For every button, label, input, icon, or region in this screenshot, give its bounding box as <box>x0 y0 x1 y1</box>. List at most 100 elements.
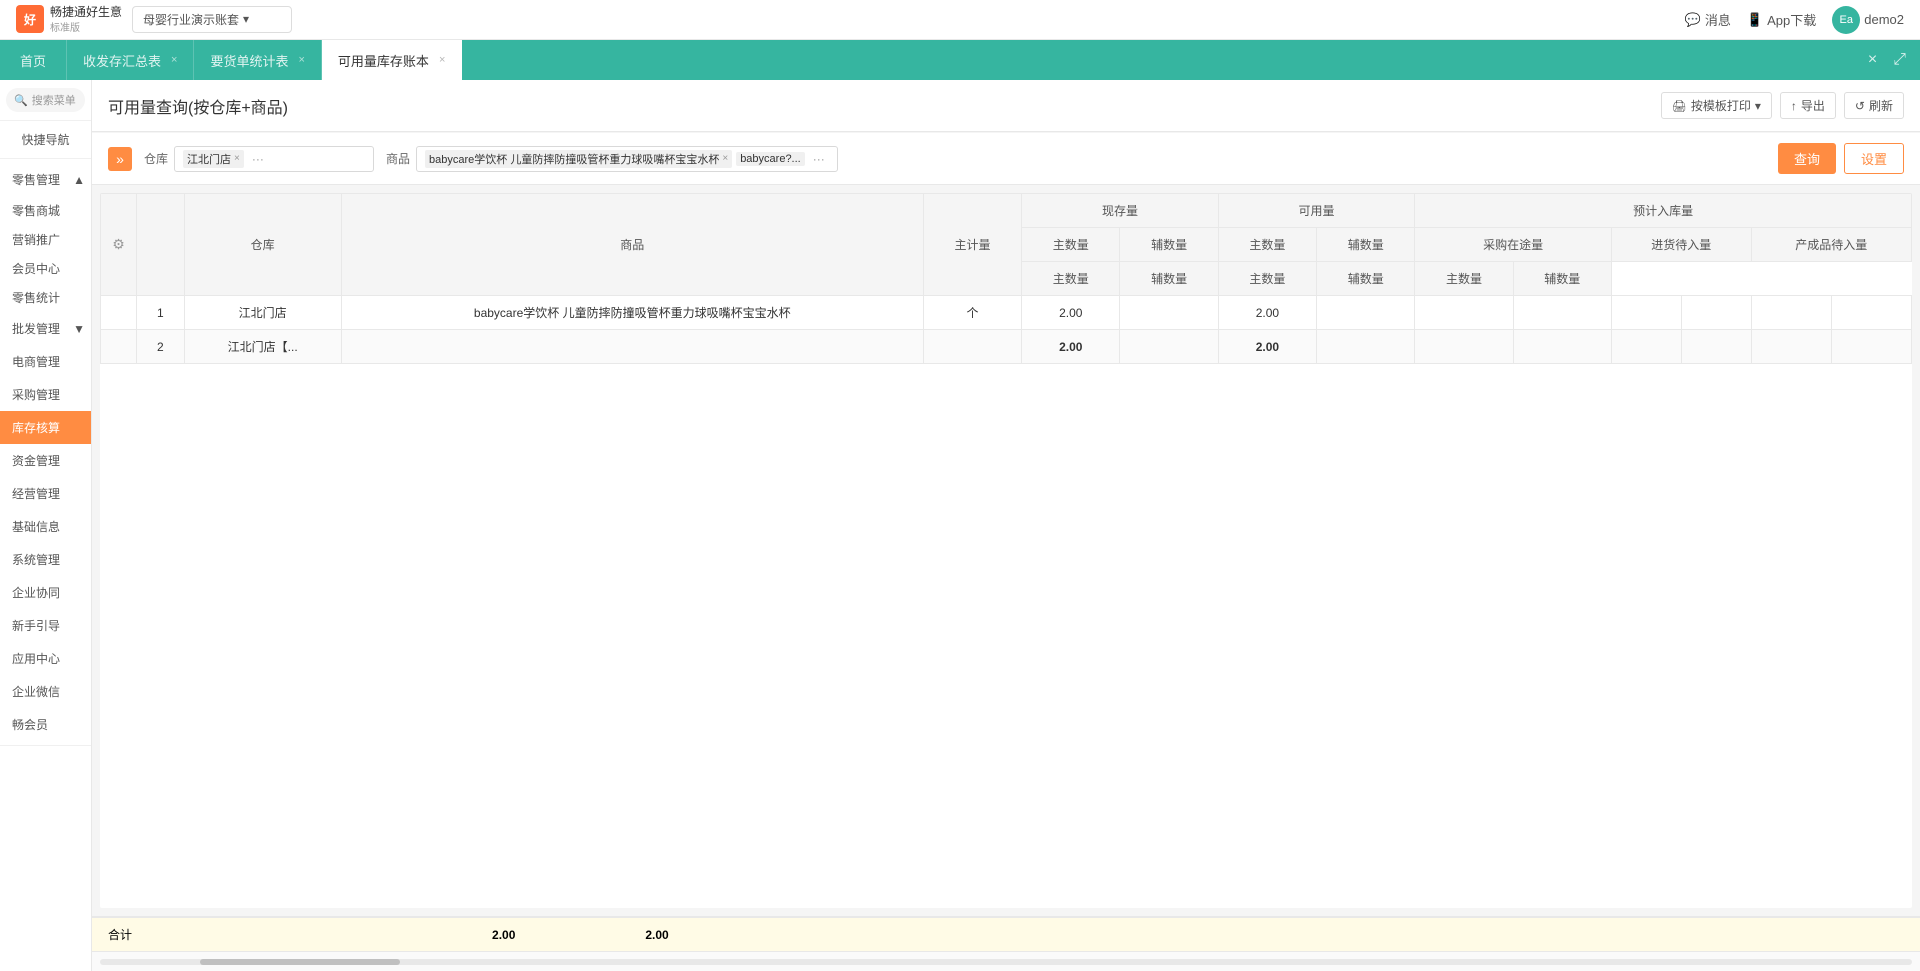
sidebar-item-system[interactable]: 系统管理 <box>0 543 91 576</box>
refresh-btn[interactable]: ↺ 刷新 <box>1844 92 1904 119</box>
sidebar-item-retail-mall[interactable]: 零售商城 <box>0 196 91 225</box>
col-finished-main: 主数量 <box>1415 262 1513 296</box>
sidebar-item-inventory-label: 库存核算 <box>12 419 60 436</box>
tab-available-inventory-close[interactable]: × <box>439 54 445 66</box>
print-template-label: 按模板打印 <box>1691 97 1751 114</box>
sidebar-item-quick-nav[interactable]: 快捷导航 <box>0 125 91 154</box>
sidebar-item-appcenter[interactable]: 应用中心 <box>0 642 91 675</box>
search-icon: 🔍 <box>14 94 28 107</box>
product-input[interactable]: babycare学饮杯 儿童防摔防撞吸管杯重力球吸嘴杯宝宝水杯 × babyca… <box>416 146 838 172</box>
sidebar-item-business[interactable]: 经营管理 <box>0 477 91 510</box>
col-warehouse: 仓库 <box>184 194 341 296</box>
table-row: 1 江北门店 babycare学饮杯 儿童防摔防撞吸管杯重力球吸嘴杯宝宝水杯 个… <box>101 296 1912 330</box>
cell-purchase-aux-2 <box>1513 330 1611 364</box>
tab-order-stats[interactable]: 要货单统计表 × <box>194 40 321 80</box>
app-download-label: App下载 <box>1767 10 1816 29</box>
sidebar-item-basic-label: 基础信息 <box>12 518 60 535</box>
sidebar-item-vip[interactable]: 畅会员 <box>0 708 91 741</box>
app-download-btn[interactable]: 📱 App下载 <box>1747 10 1816 29</box>
logo-subtext: 标准版 <box>50 19 122 34</box>
export-label: 导出 <box>1801 97 1825 114</box>
footer-stock-main: 2.00 <box>492 928 515 942</box>
sidebar-item-marketing-label: 营销推广 <box>12 233 60 247</box>
sidebar-item-newguide[interactable]: 新手引导 <box>0 609 91 642</box>
sidebar-item-wechat[interactable]: 企业微信 <box>0 675 91 708</box>
tab-receive-summary[interactable]: 收发存汇总表 × <box>67 40 194 80</box>
tab-receive-summary-close[interactable]: × <box>171 54 177 66</box>
sidebar-item-marketing[interactable]: 营销推广 <box>0 225 91 254</box>
content-area: 可用量查询(按仓库+商品) 🖨 按模板打印 ▾ ↑ 导出 ↺ 刷新 » <box>92 80 1920 971</box>
cell-purchase-aux-1 <box>1513 296 1611 330</box>
tab-available-inventory-label: 可用量库存账本 <box>338 51 429 70</box>
sidebar-item-retail-mgmt[interactable]: 零售管理 ▲ <box>0 163 91 196</box>
industry-selector[interactable]: 母婴行业演示账套 ▾ <box>132 6 292 33</box>
settings-btn[interactable]: 设置 <box>1844 143 1904 174</box>
sidebar-item-basic[interactable]: 基础信息 <box>0 510 91 543</box>
tab-home[interactable]: 首页 <box>0 40 67 80</box>
warehouse-input[interactable]: 江北门店 × ··· <box>174 146 374 172</box>
tab-home-label: 首页 <box>20 51 46 70</box>
cell-warehouse-2: 江北门店【... <box>184 330 341 364</box>
chevron-down-icon: ▾ <box>243 12 249 26</box>
sidebar-item-wholesale[interactable]: 批发管理 ▼ <box>0 312 91 345</box>
sidebar-item-enterprise[interactable]: 企业协同 <box>0 576 91 609</box>
cell-finished-main-1 <box>1751 296 1831 330</box>
sidebar: 🔍 搜索菜单 快捷导航 零售管理 ▲ 零售商城 营销推广 会员中心 零售统计 <box>0 80 92 971</box>
sidebar-item-retail-stats-label: 零售统计 <box>12 291 60 305</box>
product-tag-2-text: babycare?... <box>740 153 801 165</box>
cell-settings-2 <box>101 330 137 364</box>
tab-expand-btn[interactable]: ⤢ <box>1887 47 1912 73</box>
gear-icon[interactable]: ⚙ <box>112 236 125 252</box>
warehouse-more-btn[interactable]: ··· <box>248 152 268 166</box>
cell-stock-main-2: 2.00 <box>1022 330 1120 364</box>
sidebar-item-retail-mall-label: 零售商城 <box>12 204 60 218</box>
cell-num-1: 1 <box>137 296 185 330</box>
product-more-btn[interactable]: ··· <box>809 152 829 166</box>
table-footer: 合计 2.00 2.00 <box>92 916 1920 951</box>
col-product: 商品 <box>341 194 923 296</box>
sidebar-item-appcenter-label: 应用中心 <box>12 650 60 667</box>
sidebar-search-box[interactable]: 🔍 搜索菜单 <box>6 88 85 112</box>
cell-purchase-main-1 <box>1415 296 1513 330</box>
export-btn[interactable]: ↑ 导出 <box>1780 92 1836 119</box>
col-available: 可用量 <box>1218 194 1415 228</box>
col-finished-goods: 产成品待入量 <box>1751 228 1911 262</box>
warehouse-tag-close[interactable]: × <box>234 153 240 164</box>
col-current-stock: 现存量 <box>1022 194 1219 228</box>
avatar: Ea <box>1832 6 1860 34</box>
scrollbar-thumb[interactable] <box>200 959 400 965</box>
scrollbar-track[interactable] <box>100 959 1912 965</box>
query-btn[interactable]: 查询 <box>1778 143 1836 174</box>
message-btn[interactable]: 💬 消息 <box>1685 10 1731 29</box>
sidebar-item-retail-mgmt-label: 零售管理 <box>12 171 60 188</box>
sidebar-item-ecommerce[interactable]: 电商管理 <box>0 345 91 378</box>
sidebar-item-member[interactable]: 会员中心 <box>0 254 91 283</box>
print-template-btn[interactable]: 🖨 按模板打印 ▾ <box>1661 92 1772 119</box>
col-num <box>137 194 185 296</box>
topbar-right: 💬 消息 📱 App下载 Ea demo2 <box>1685 6 1904 34</box>
cell-unit-2 <box>923 330 1021 364</box>
tab-close-all-btn[interactable]: × <box>1862 47 1883 73</box>
tab-available-inventory[interactable]: 可用量库存账本 × <box>322 40 462 80</box>
sidebar-search: 🔍 搜索菜单 <box>0 80 91 121</box>
chevron-down-icon: ▾ <box>1755 99 1761 113</box>
product-tag-1-close[interactable]: × <box>722 153 728 164</box>
sidebar-item-inventory[interactable]: 库存核算 <box>0 411 91 444</box>
sidebar-menu: 零售管理 ▲ 零售商城 营销推广 会员中心 零售统计 批发管理 ▼ 电商管理 <box>0 159 91 746</box>
tab-order-stats-close[interactable]: × <box>298 54 304 66</box>
sidebar-item-ecommerce-label: 电商管理 <box>12 353 60 370</box>
user-menu[interactable]: Ea demo2 <box>1832 6 1904 34</box>
sidebar-item-purchase-label: 采购管理 <box>12 386 60 403</box>
cell-avail-aux-1 <box>1317 296 1415 330</box>
product-tag-1-text: babycare学饮杯 儿童防摔防撞吸管杯重力球吸嘴杯宝宝水杯 <box>429 151 719 167</box>
cell-warehouse-1: 江北门店 <box>184 296 341 330</box>
filter-expand-btn[interactable]: » <box>108 147 132 171</box>
col-settings: ⚙ <box>101 194 137 296</box>
sidebar-item-purchase[interactable]: 采购管理 <box>0 378 91 411</box>
sidebar-item-finance[interactable]: 资金管理 <box>0 444 91 477</box>
app-icon: 📱 <box>1747 12 1763 28</box>
sidebar-item-retail-stats[interactable]: 零售统计 <box>0 283 91 312</box>
col-purchase-main: 主数量 <box>1022 262 1120 296</box>
filter-actions: 查询 设置 <box>1778 143 1904 174</box>
sidebar-item-vip-label: 畅会员 <box>12 716 48 733</box>
